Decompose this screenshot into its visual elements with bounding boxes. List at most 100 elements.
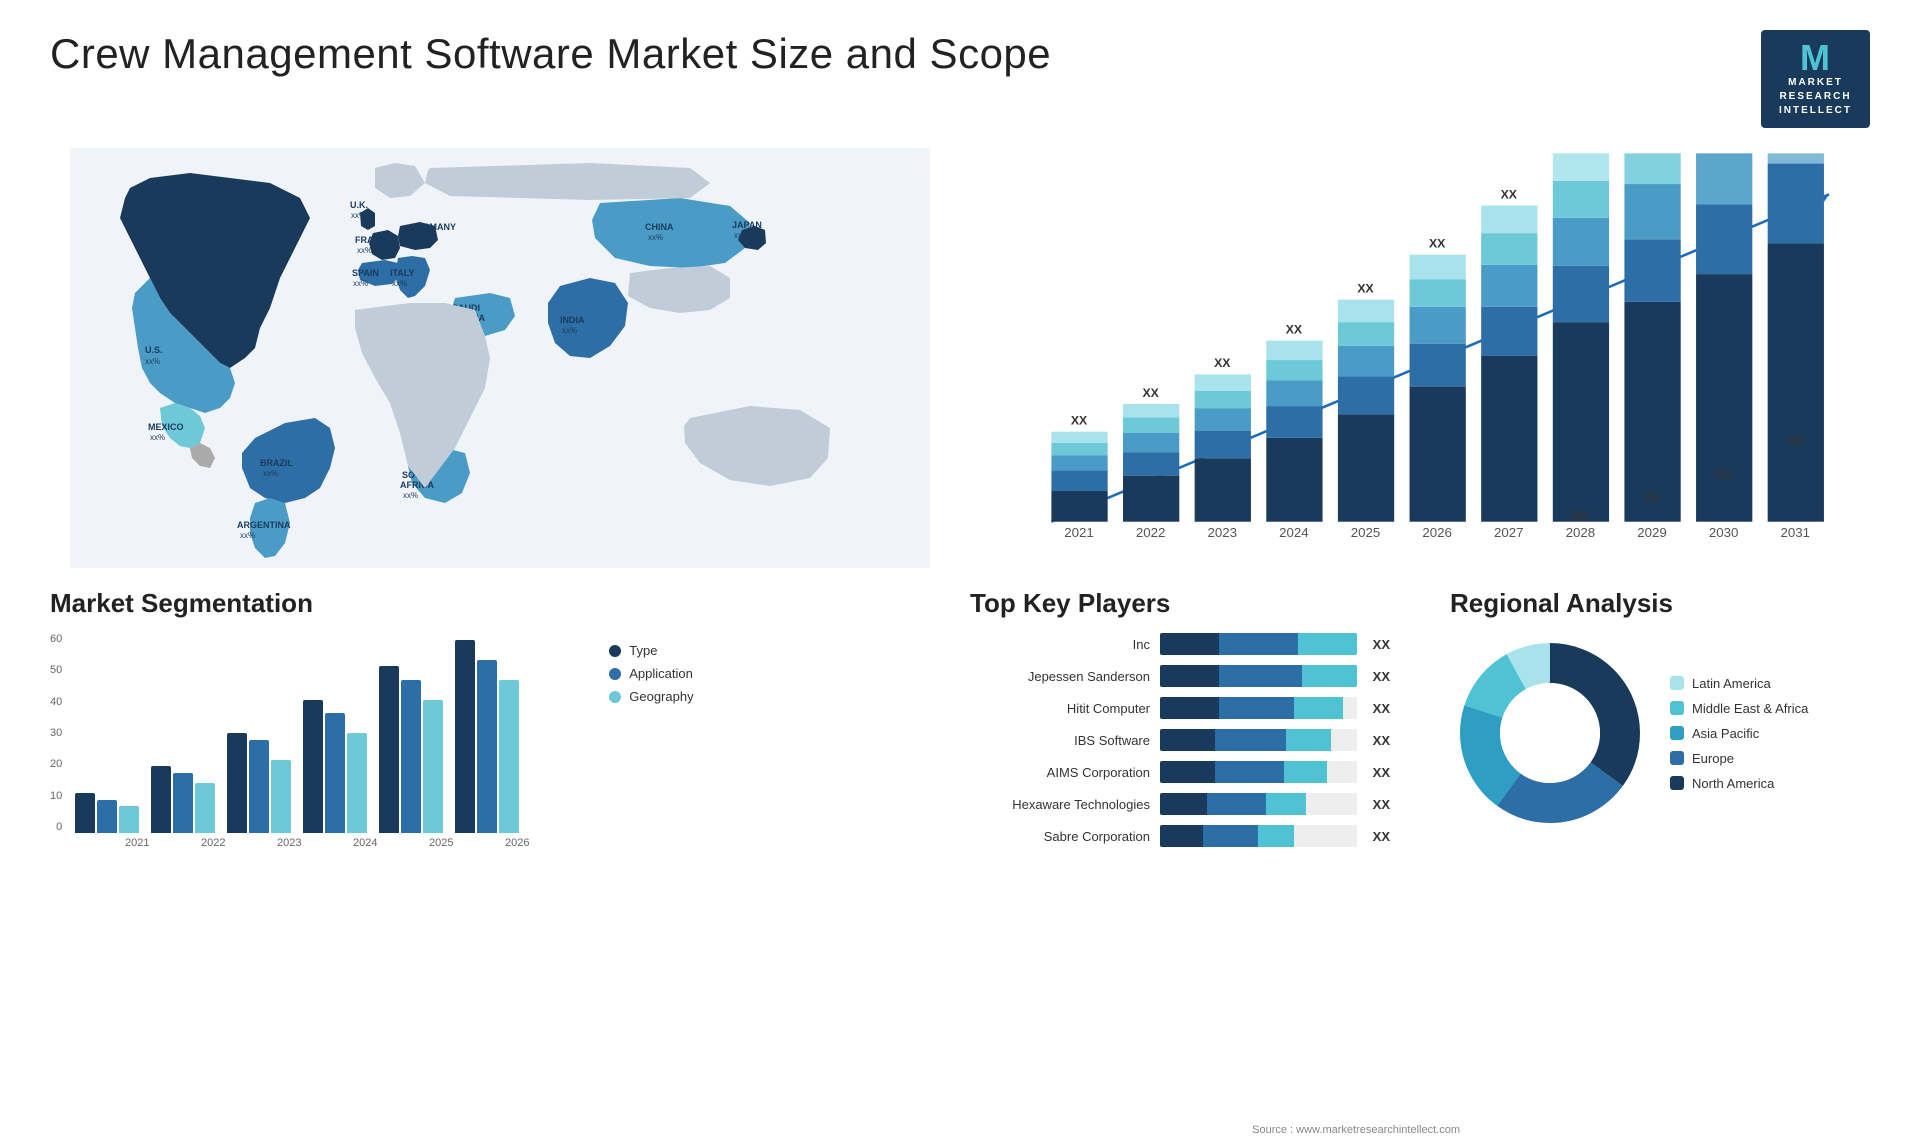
legend-dot-apac (1670, 726, 1684, 740)
svg-text:2028: 2028 (1566, 525, 1596, 540)
player-bar-mid (1203, 825, 1258, 847)
player-bar-mid (1215, 729, 1286, 751)
player-bar-dark (1160, 793, 1207, 815)
svg-text:FRANCE: FRANCE (355, 235, 393, 245)
seg-bar-type-2023 (227, 733, 247, 833)
player-bar-hexaware (1160, 793, 1357, 815)
player-bar-light (1258, 825, 1293, 847)
legend-dot-type (609, 645, 621, 657)
player-xx-ibs: XX (1373, 733, 1390, 748)
svg-text:2023: 2023 (1207, 525, 1237, 540)
svg-text:GERMANY: GERMANY (410, 222, 456, 232)
regional-title: Regional Analysis (1450, 588, 1870, 619)
svg-text:U.K.: U.K. (350, 200, 368, 210)
bar-chart: 2021 XX 2022 XX 2023 XX (990, 148, 1870, 568)
svg-text:xx%: xx% (351, 211, 366, 220)
svg-text:BRAZIL: BRAZIL (260, 458, 293, 468)
regional-legend: Latin America Middle East & Africa Asia … (1670, 676, 1808, 791)
seg-bars-group (75, 633, 549, 833)
player-name-ibs: IBS Software (970, 733, 1150, 748)
seg-x-labels: 2021 2022 2023 2024 2025 2026 (105, 837, 549, 849)
seg-bar-geo-2022 (195, 783, 215, 833)
player-name-sabre: Sabre Corporation (970, 829, 1150, 844)
svg-text:xx%: xx% (392, 279, 407, 288)
seg-year-group-2022 (151, 766, 215, 833)
player-name-inc: Inc (970, 637, 1150, 652)
logo-text: MARKET RESEARCH INTELLECT (1779, 76, 1852, 118)
seg-year-group-2024 (303, 700, 367, 833)
donut-chart (1450, 633, 1650, 833)
table-row: Hitit Computer XX (970, 697, 1390, 719)
svg-text:JAPAN: JAPAN (732, 220, 762, 230)
table-row: IBS Software XX (970, 729, 1390, 751)
player-bar-dark (1160, 697, 1219, 719)
svg-text:MEXICO: MEXICO (148, 422, 184, 432)
player-name-aims: AIMS Corporation (970, 765, 1150, 780)
legend-dot-latin (1670, 676, 1684, 690)
player-name-hitit: Hitit Computer (970, 701, 1150, 716)
svg-text:XX: XX (1071, 414, 1088, 428)
seg-year-group-2026 (455, 640, 519, 833)
svg-text:XX: XX (1357, 282, 1374, 296)
player-bar-dark (1160, 761, 1215, 783)
player-bar-aims (1160, 761, 1357, 783)
list-item: Latin America (1670, 676, 1808, 691)
seg-bar-geo-2026 (499, 680, 519, 833)
list-item: Europe (1670, 751, 1808, 766)
player-bar-light (1298, 633, 1357, 655)
legend-label-application: Application (629, 666, 693, 681)
svg-text:ITALY: ITALY (390, 268, 415, 278)
player-name-hexaware: Hexaware Technologies (970, 797, 1150, 812)
player-bar-light (1266, 793, 1305, 815)
seg-bar-geo-2024 (347, 733, 367, 833)
player-bar-light (1284, 761, 1327, 783)
svg-text:xx%: xx% (150, 433, 165, 442)
logo-letter: M (1800, 40, 1831, 76)
segmentation-title: Market Segmentation (50, 588, 950, 619)
list-item: North America (1670, 776, 1808, 791)
seg-y-labels: 60 50 40 30 20 10 0 (50, 633, 67, 833)
seg-bar-geo-2023 (271, 760, 291, 833)
seg-bar-geo-2021 (119, 806, 139, 833)
map-section: CANADA xx% U.S. xx% MEXICO xx% BRAZIL xx… (50, 148, 950, 568)
table-row: Hexaware Technologies XX (970, 793, 1390, 815)
player-xx-hexaware: XX (1373, 797, 1390, 812)
legend-dot-mea (1670, 701, 1684, 715)
player-xx-inc: XX (1373, 637, 1390, 652)
player-bar-ibs (1160, 729, 1357, 751)
svg-text:2026: 2026 (1422, 525, 1452, 540)
svg-text:xx%: xx% (403, 491, 418, 500)
seg-bar-app-2024 (325, 713, 345, 833)
svg-text:2031: 2031 (1781, 525, 1811, 540)
seg-bar-type-2024 (303, 700, 323, 833)
svg-text:XX: XX (1787, 434, 1804, 448)
player-bar-mid (1207, 793, 1266, 815)
legend-dot-geography (609, 691, 621, 703)
svg-text:CHINA: CHINA (645, 222, 674, 232)
player-bar-mid (1219, 665, 1302, 687)
player-bar-light (1302, 665, 1357, 687)
svg-text:XX: XX (1142, 386, 1159, 400)
legend-label-mea: Middle East & Africa (1692, 701, 1808, 716)
svg-text:xx%: xx% (648, 233, 663, 242)
table-row: Inc XX (970, 633, 1390, 655)
logo: M MARKET RESEARCH INTELLECT (1761, 30, 1870, 128)
svg-text:2022: 2022 (1136, 525, 1166, 540)
svg-text:XX: XX (1572, 509, 1589, 523)
player-xx-aims: XX (1373, 765, 1390, 780)
svg-text:CANADA: CANADA (185, 200, 224, 210)
player-bar-light (1286, 729, 1331, 751)
bar-chart-section: 2021 XX 2022 XX 2023 XX (970, 148, 1870, 568)
legend-item-application: Application (609, 666, 693, 681)
header: Crew Management Software Market Size and… (50, 30, 1870, 128)
player-bar-dark (1160, 633, 1219, 655)
main-grid: CANADA xx% U.S. xx% MEXICO xx% BRAZIL xx… (50, 148, 1870, 1134)
seg-bar-app-2023 (249, 740, 269, 833)
svg-text:XX: XX (1644, 490, 1661, 504)
regional-analysis-container: Regional Analysis (1450, 588, 1870, 847)
svg-text:xx%: xx% (188, 213, 203, 222)
seg-year-group-2023 (227, 733, 291, 833)
seg-bar-type-2026 (455, 640, 475, 833)
player-name-jepessen: Jepessen Sanderson (970, 669, 1150, 684)
legend-dot-application (609, 668, 621, 680)
